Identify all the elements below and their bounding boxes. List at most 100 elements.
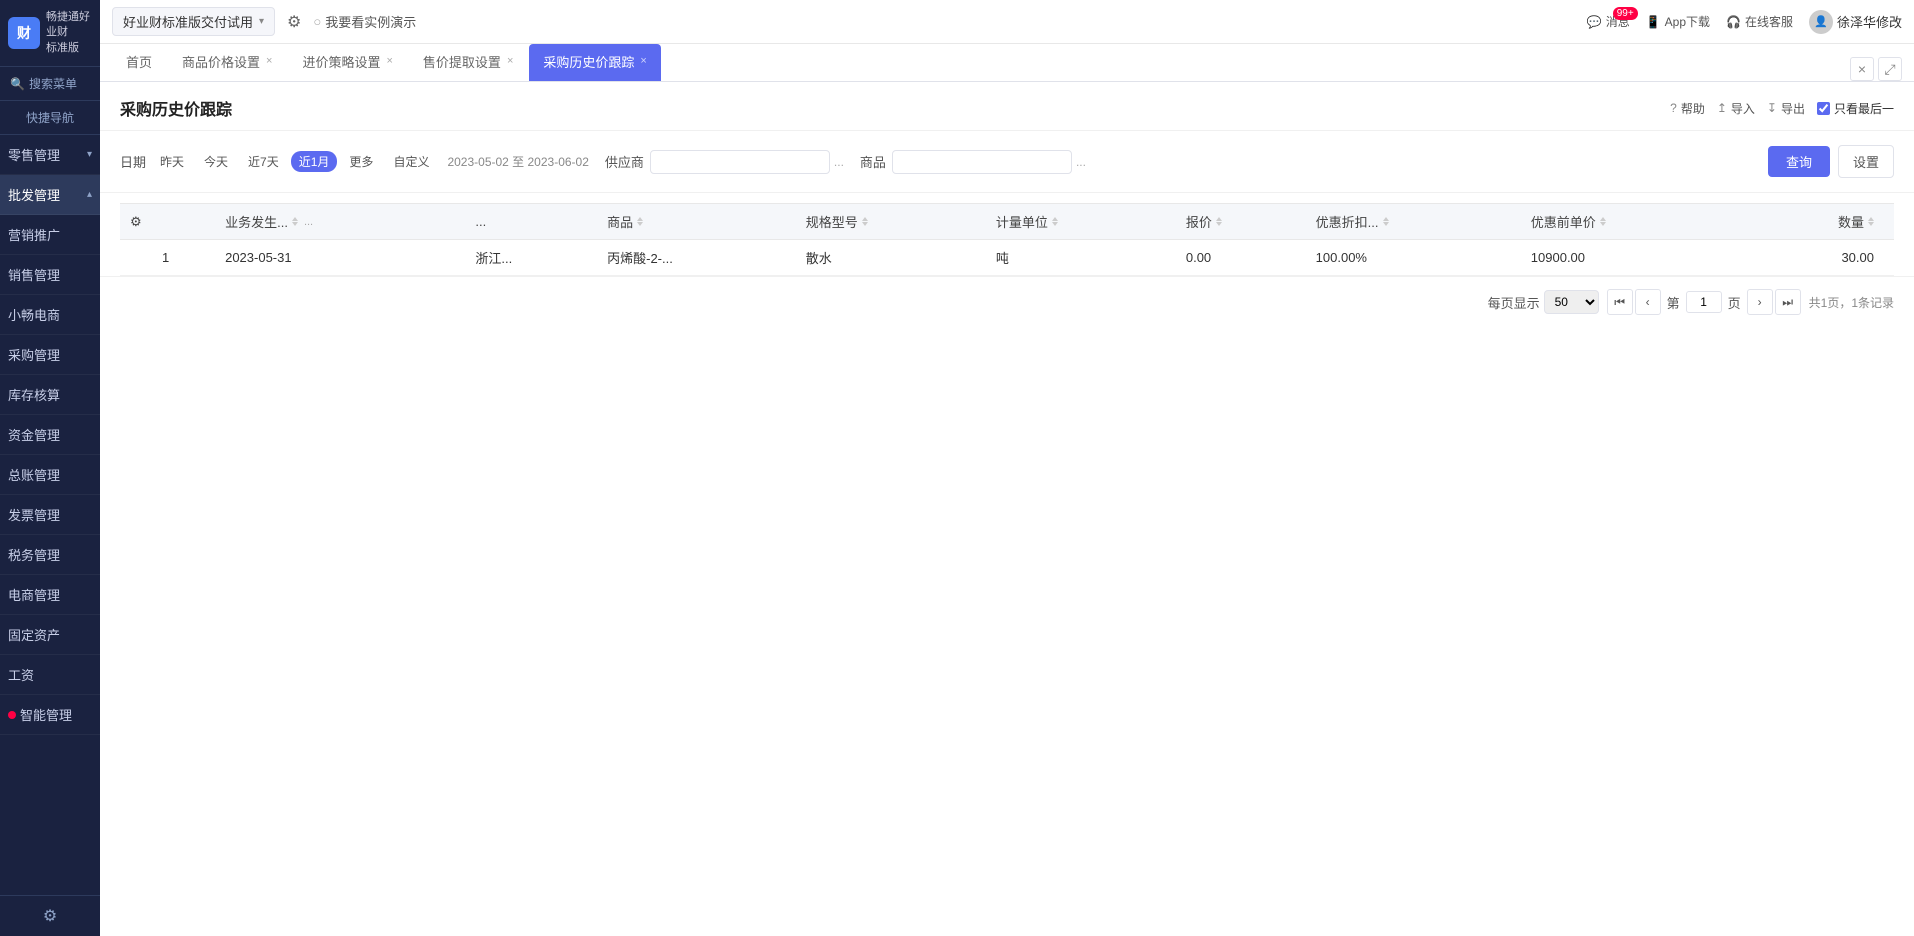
th-spec[interactable]: 规格型号: [796, 204, 986, 240]
sidebar-item-invoice[interactable]: 发票管理: [0, 495, 100, 535]
date-option-more[interactable]: 更多: [341, 151, 381, 172]
sidebar-item-general-ledger[interactable]: 总账管理: [0, 455, 100, 495]
product-dots[interactable]: ...: [1076, 155, 1086, 169]
tab-close-purchase-strategy[interactable]: ×: [386, 56, 392, 67]
date-filter-label: 日期: [120, 152, 146, 171]
th-supplier[interactable]: ...: [465, 204, 597, 240]
th-discount[interactable]: 优惠折扣...: [1306, 204, 1521, 240]
th-unit[interactable]: 计量单位: [986, 204, 1176, 240]
topbar-settings-icon[interactable]: ⚙: [287, 12, 301, 32]
sidebar-search[interactable]: 🔍 搜索菜单: [0, 67, 100, 101]
date-option-last1month[interactable]: 近1月: [291, 151, 338, 172]
app-download-button[interactable]: 📱 App下载: [1646, 13, 1710, 30]
messages-button[interactable]: 💬 消息 99+: [1587, 13, 1630, 30]
settings-button[interactable]: 设置: [1838, 145, 1894, 178]
page-input[interactable]: [1686, 291, 1722, 313]
th-quantity[interactable]: 数量: [1741, 204, 1894, 240]
supplier-filter-group: 供应商 ...: [605, 150, 844, 174]
tab-purchase-strategy[interactable]: 进价策略设置 ×: [288, 44, 406, 81]
product-input-wrap: ...: [892, 150, 1086, 174]
tab-expand-button[interactable]: ⤢: [1878, 57, 1902, 81]
sidebar-item-purchase[interactable]: 采购管理: [0, 335, 100, 375]
th-extra-business-date[interactable]: ...: [304, 216, 313, 228]
import-button[interactable]: ↥ 导入: [1717, 100, 1755, 117]
last-only-label: 只看最后一: [1834, 100, 1894, 117]
sort-icon-price: [1216, 217, 1222, 226]
page-next-button[interactable]: ›: [1747, 289, 1773, 315]
date-range-display: 2023-05-02 至 2023-06-02: [447, 153, 588, 170]
search-icon: 🔍: [10, 77, 25, 91]
sidebar-item-fixed-assets[interactable]: 固定资产: [0, 615, 100, 655]
page-nav: ⏮ ‹ 第 页 › ⏭: [1607, 289, 1801, 315]
help-icon: ?: [1670, 101, 1677, 115]
avatar: 👤: [1809, 10, 1833, 34]
tabbar: 首页 商品价格设置 × 进价策略设置 × 售价提取设置 × 采购历史价跟踪 × …: [100, 44, 1914, 82]
th-price[interactable]: 报价: [1176, 204, 1306, 240]
tab-purchase-history[interactable]: 采购历史价跟踪 ×: [529, 44, 660, 81]
supplier-dots[interactable]: ...: [834, 155, 844, 169]
tab-price-settings[interactable]: 商品价格设置 ×: [168, 44, 286, 81]
user-menu[interactable]: 👤 徐泽华修改: [1809, 10, 1902, 34]
tab-panel-controls: × ⤢: [1850, 57, 1902, 81]
quick-nav[interactable]: 快捷导航: [0, 101, 100, 135]
last-only-checkbox[interactable]: [1817, 102, 1830, 115]
sidebar-bottom: ⚙: [0, 895, 100, 936]
date-option-yesterday[interactable]: 昨天: [152, 151, 192, 172]
date-option-last7days[interactable]: 近7天: [240, 151, 287, 172]
sidebar-item-sales[interactable]: 销售管理: [0, 255, 100, 295]
page-first-button[interactable]: ⏮: [1607, 289, 1633, 315]
tab-close-sale-price[interactable]: ×: [507, 56, 513, 67]
cell-spec: 散水: [796, 240, 986, 276]
th-product[interactable]: 商品: [597, 204, 796, 240]
cell-unit: 吨: [986, 240, 1176, 276]
date-option-custom[interactable]: 自定义: [385, 151, 437, 172]
help-button[interactable]: ? 帮助: [1670, 100, 1705, 117]
th-business-date[interactable]: 业务发生... ...: [215, 204, 465, 240]
sidebar-item-inventory[interactable]: 库存核算: [0, 375, 100, 415]
sidebar-item-finance[interactable]: 资金管理: [0, 415, 100, 455]
tab-home[interactable]: 首页: [112, 44, 166, 81]
sidebar-item-retail[interactable]: 零售管理 ▾: [0, 135, 100, 175]
online-service-button[interactable]: 🎧 在线客服: [1726, 13, 1793, 30]
product-input[interactable]: [892, 150, 1072, 174]
filter-area: 日期 昨天 今天 近7天 近1月 更多 自定义 2023-05-02 至 202…: [100, 131, 1914, 193]
date-options: 昨天 今天 近7天 近1月 更多 自定义: [152, 151, 437, 172]
tab-close-purchase-history[interactable]: ×: [640, 56, 646, 67]
query-button[interactable]: 查询: [1768, 146, 1830, 177]
sidebar-item-marketing[interactable]: 营销推广: [0, 215, 100, 255]
demo-icon: ○: [313, 14, 321, 29]
per-page-select[interactable]: 50 20 100 200: [1544, 290, 1599, 314]
page-prev-button[interactable]: ‹: [1635, 289, 1661, 315]
sidebar-item-tax[interactable]: 税务管理: [0, 535, 100, 575]
page-header: 采购历史价跟踪 ? 帮助 ↥ 导入 ↧ 导出 只看最后一: [100, 82, 1914, 131]
page-last-button[interactable]: ⏭: [1775, 289, 1801, 315]
settings-icon[interactable]: ⚙: [43, 906, 57, 926]
export-icon: ↧: [1767, 101, 1777, 115]
sidebar-item-ecommerce-small[interactable]: 小畅电商: [0, 295, 100, 335]
supplier-input[interactable]: [650, 150, 830, 174]
sort-icon-quantity: [1868, 217, 1874, 226]
sidebar-item-ecommerce[interactable]: 电商管理: [0, 575, 100, 615]
tab-close-price-settings[interactable]: ×: [266, 56, 272, 67]
topbar: 好业财标准版交付试用 ▾ ⚙ ○ 我要看实例演示 💬 消息 99+ 📱 App下…: [100, 0, 1914, 44]
data-table: ⚙ 业务发生... ...: [120, 203, 1894, 276]
th-pre-discount-price[interactable]: 优惠前单价: [1521, 204, 1741, 240]
cell-quantity: 30.00: [1741, 240, 1894, 276]
date-filter-group: 日期 昨天 今天 近7天 近1月 更多 自定义 2023-05-02 至 202…: [120, 151, 589, 172]
th-settings[interactable]: ⚙: [120, 204, 152, 240]
demo-button[interactable]: ○ 我要看实例演示: [313, 12, 416, 31]
sort-icon-business-date: [292, 217, 298, 226]
th-index: [152, 204, 215, 240]
cell-business-date: 2023-05-31: [215, 240, 465, 276]
sidebar-item-smart[interactable]: 智能管理: [0, 695, 100, 735]
sidebar-item-salary[interactable]: 工资: [0, 655, 100, 695]
export-button[interactable]: ↧ 导出: [1767, 100, 1805, 117]
sidebar-item-wholesale[interactable]: 批发管理 ▴: [0, 175, 100, 215]
sort-icon-discount: [1383, 217, 1389, 226]
version-select[interactable]: 好业财标准版交付试用 ▾: [112, 7, 275, 36]
logo-icon: 财: [8, 17, 40, 49]
page-total: 共1页，1条记录: [1809, 294, 1894, 311]
tab-close-panel-button[interactable]: ×: [1850, 57, 1874, 81]
date-option-today[interactable]: 今天: [196, 151, 236, 172]
tab-sale-price[interactable]: 售价提取设置 ×: [409, 44, 527, 81]
